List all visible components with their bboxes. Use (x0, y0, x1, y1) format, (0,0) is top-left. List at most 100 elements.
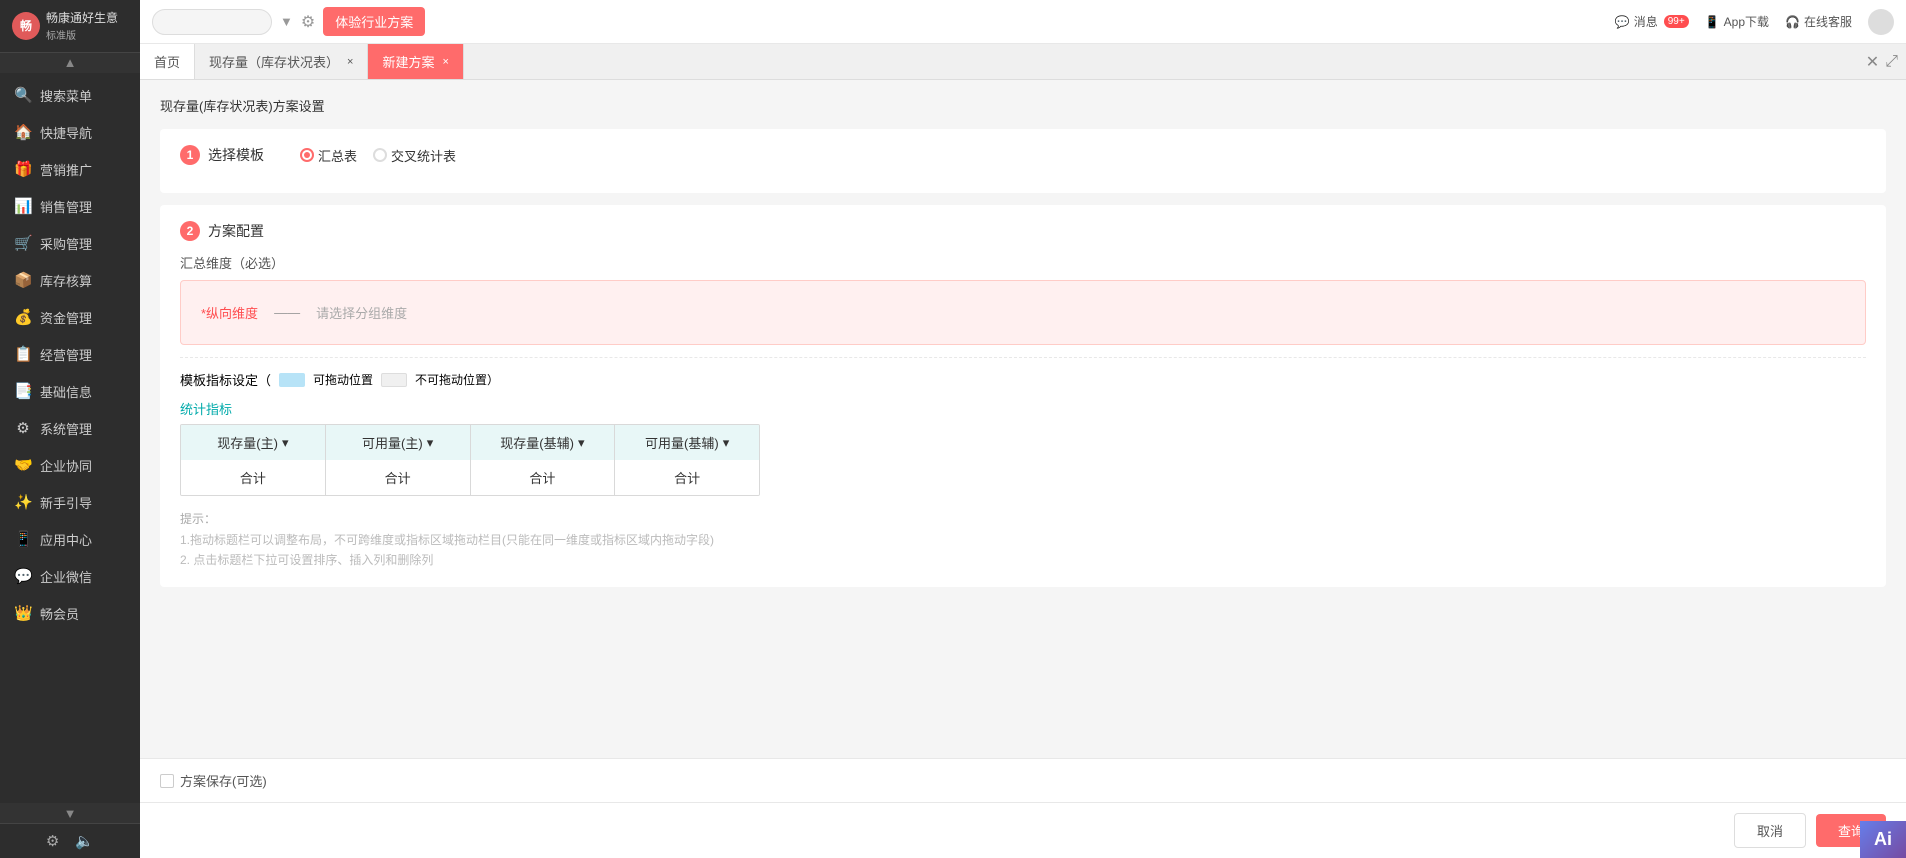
sidebar-nav: 🔍 搜索菜单 🏠 快捷导航 🎁 营销推广 📊 销售管理 🛒 采购管理 📦 库存核… (0, 73, 140, 803)
draggable-tag-box (279, 373, 305, 387)
cart-icon: 🛒 (14, 234, 32, 252)
dimension-required: *纵向维度 (201, 303, 258, 322)
sidebar-item-marketing[interactable]: 🎁 营销推广 (0, 151, 140, 188)
logo-icon: 畅 (12, 12, 40, 40)
dimension-box[interactable]: *纵向维度 —— 请选择分组维度 (180, 280, 1866, 345)
message-item[interactable]: 💬 消息 99+ (1615, 13, 1689, 30)
stats-data-row: 合计 合计 合计 合计 (181, 460, 759, 495)
tab-new-scheme[interactable]: 新建方案 × (368, 44, 463, 79)
sidebar-item-appstore[interactable]: 📱 应用中心 (0, 521, 140, 558)
search-arrow-icon[interactable]: ▼ (280, 14, 293, 29)
sidebar-item-wechat[interactable]: 💬 企业微信 (0, 558, 140, 595)
action-bar: 取消 查询 (140, 802, 1906, 858)
trial-button[interactable]: 体验行业方案 (323, 7, 425, 36)
draggable-tag-label: 可拖动位置 (313, 371, 373, 388)
dimension-placeholder: 请选择分组维度 (316, 303, 407, 322)
stats-header-row: 现存量(主) ▾ 可用量(主) ▾ 现存量(基辅) ▾ (181, 425, 759, 460)
template-radio-group: 汇总表 交叉统计表 (300, 146, 456, 165)
topbar: ▼ ⚙ 体验行业方案 💬 消息 99+ 📱 App下载 🎧 在线客服 (140, 0, 1906, 44)
tips-item-1: 1.拖动标题栏可以调整布局，不可跨维度或指标区域拖动栏目(只能在同一维度或指标区… (180, 531, 1866, 548)
app-logo: 畅 畅康通好生意 标准版 (0, 0, 140, 53)
tabs: 首页 现存量（库存状况表） × 新建方案 × ✕ ⤢ (140, 44, 1906, 80)
sidebar-item-search[interactable]: 🔍 搜索菜单 (0, 77, 140, 114)
clipboard-icon: 📋 (14, 345, 32, 363)
radio-summary[interactable]: 汇总表 (300, 146, 357, 165)
radio-cross-circle (373, 148, 387, 162)
money-icon: 💰 (14, 308, 32, 326)
dimension-dash: —— (274, 305, 300, 320)
search-input[interactable] (152, 9, 272, 35)
fixed-tag-label: 不可拖动位置） (415, 371, 499, 388)
settings-bottom-icon[interactable]: ⚙ (46, 832, 59, 850)
app-icon: 📱 (1705, 15, 1720, 29)
tips-section: 提示： 1.拖动标题栏可以调整布局，不可跨维度或指标区域拖动栏目(只能在同一维度… (180, 510, 1866, 568)
logo-text: 畅康通好生意 标准版 (46, 10, 118, 42)
sound-icon[interactable]: 🔈 (75, 832, 94, 850)
step2-title: 方案配置 (208, 221, 264, 241)
sidebar-item-purchase[interactable]: 🛒 采购管理 (0, 225, 140, 262)
stats-table: 现存量(主) ▾ 可用量(主) ▾ 现存量(基辅) ▾ (180, 424, 760, 496)
cancel-button[interactable]: 取消 (1734, 813, 1806, 848)
page-title: 现存量(库存状况表)方案设置 (160, 96, 1886, 115)
stats-col-1-header[interactable]: 现存量(主) ▾ (181, 425, 326, 460)
chat-icon: 💬 (14, 567, 32, 585)
sidebar-item-enterprise[interactable]: 🤝 企业协同 (0, 447, 140, 484)
save-scheme-checkbox[interactable] (160, 774, 174, 788)
tab-home[interactable]: 首页 (140, 44, 195, 79)
save-scheme-checkbox-label[interactable]: 方案保存(可选) (160, 771, 267, 790)
topbar-settings-icon[interactable]: ⚙ (301, 12, 315, 32)
star-icon: ✨ (14, 493, 32, 511)
stats-cell-3: 合计 (471, 460, 616, 495)
stats-cell-2: 合计 (326, 460, 471, 495)
step2-card: 2 方案配置 汇总维度（必选） *纵向维度 —— 请选择分组维度 (160, 205, 1886, 587)
step1-header: 1 选择模板 汇总表 交叉统计表 (180, 145, 1866, 165)
handshake-icon: 🤝 (14, 456, 32, 474)
sidebar-item-member[interactable]: 👑 畅会员 (0, 595, 140, 632)
main-area: ▼ ⚙ 体验行业方案 💬 消息 99+ 📱 App下载 🎧 在线客服 首页 (140, 0, 1906, 858)
col4-dropdown-icon: ▾ (723, 435, 730, 451)
tab-inventory-close-icon[interactable]: × (347, 56, 353, 68)
stats-cell-1: 合计 (181, 460, 326, 495)
collapse-icon[interactable]: ✕ (1866, 52, 1879, 72)
gift-icon: 🎁 (14, 160, 32, 178)
headset-icon: 🎧 (1785, 15, 1800, 29)
sidebar-item-finance[interactable]: 💰 资金管理 (0, 299, 140, 336)
col2-dropdown-icon: ▾ (427, 435, 434, 451)
step1-num: 1 (180, 145, 200, 165)
sidebar-item-system[interactable]: ⚙ 系统管理 (0, 410, 140, 447)
message-badge: 99+ (1664, 15, 1689, 28)
sidebar-item-operations[interactable]: 📋 经营管理 (0, 336, 140, 373)
indicator-tags: 模板指标设定（ 可拖动位置 不可拖动位置） (180, 370, 1866, 389)
sidebar: 畅 畅康通好生意 标准版 ▲ 🔍 搜索菜单 🏠 快捷导航 🎁 营销推广 📊 销售… (0, 0, 140, 858)
document-icon: 📑 (14, 382, 32, 400)
step1-title: 选择模板 (208, 145, 264, 165)
sidebar-item-newguide[interactable]: ✨ 新手引导 (0, 484, 140, 521)
step1-card: 1 选择模板 汇总表 交叉统计表 (160, 129, 1886, 193)
stats-col-3-header[interactable]: 现存量(基辅) ▾ (471, 425, 616, 460)
stats-col-4-header[interactable]: 可用量(基辅) ▾ (615, 425, 759, 460)
tab-new-scheme-close-icon[interactable]: × (442, 56, 448, 68)
page-content: 现存量(库存状况表)方案设置 1 选择模板 汇总表 交叉统计表 (140, 80, 1906, 758)
sidebar-scroll-down[interactable]: ▼ (0, 803, 140, 823)
sidebar-item-inventory[interactable]: 📦 库存核算 (0, 262, 140, 299)
col1-dropdown-icon: ▾ (282, 435, 289, 451)
radio-cross[interactable]: 交叉统计表 (373, 146, 456, 165)
chart-icon: 📊 (14, 197, 32, 215)
ai-badge[interactable]: Ai (1860, 821, 1906, 858)
expand-icon[interactable]: ⤢ (1885, 53, 1898, 71)
sidebar-item-basic[interactable]: 📑 基础信息 (0, 373, 140, 410)
online-service-item[interactable]: 🎧 在线客服 (1785, 13, 1852, 30)
stats-col-2-header[interactable]: 可用量(主) ▾ (326, 425, 471, 460)
topbar-right: 💬 消息 99+ 📱 App下载 🎧 在线客服 (1615, 9, 1894, 35)
user-avatar[interactable] (1868, 9, 1894, 35)
gear-icon: ⚙ (14, 419, 32, 437)
dimension-section: 汇总维度（必选） *纵向维度 —— 请选择分组维度 (180, 253, 1866, 345)
sidebar-bottom: ⚙ 🔈 (0, 823, 140, 858)
message-icon: 💬 (1615, 15, 1630, 29)
app-download-item[interactable]: 📱 App下载 (1705, 13, 1769, 30)
tab-inventory-status[interactable]: 现存量（库存状况表） × (195, 44, 368, 79)
sidebar-scroll-up[interactable]: ▲ (0, 53, 140, 73)
sidebar-item-quick-nav[interactable]: 🏠 快捷导航 (0, 114, 140, 151)
mobile-icon: 📱 (14, 530, 32, 548)
sidebar-item-sales[interactable]: 📊 销售管理 (0, 188, 140, 225)
